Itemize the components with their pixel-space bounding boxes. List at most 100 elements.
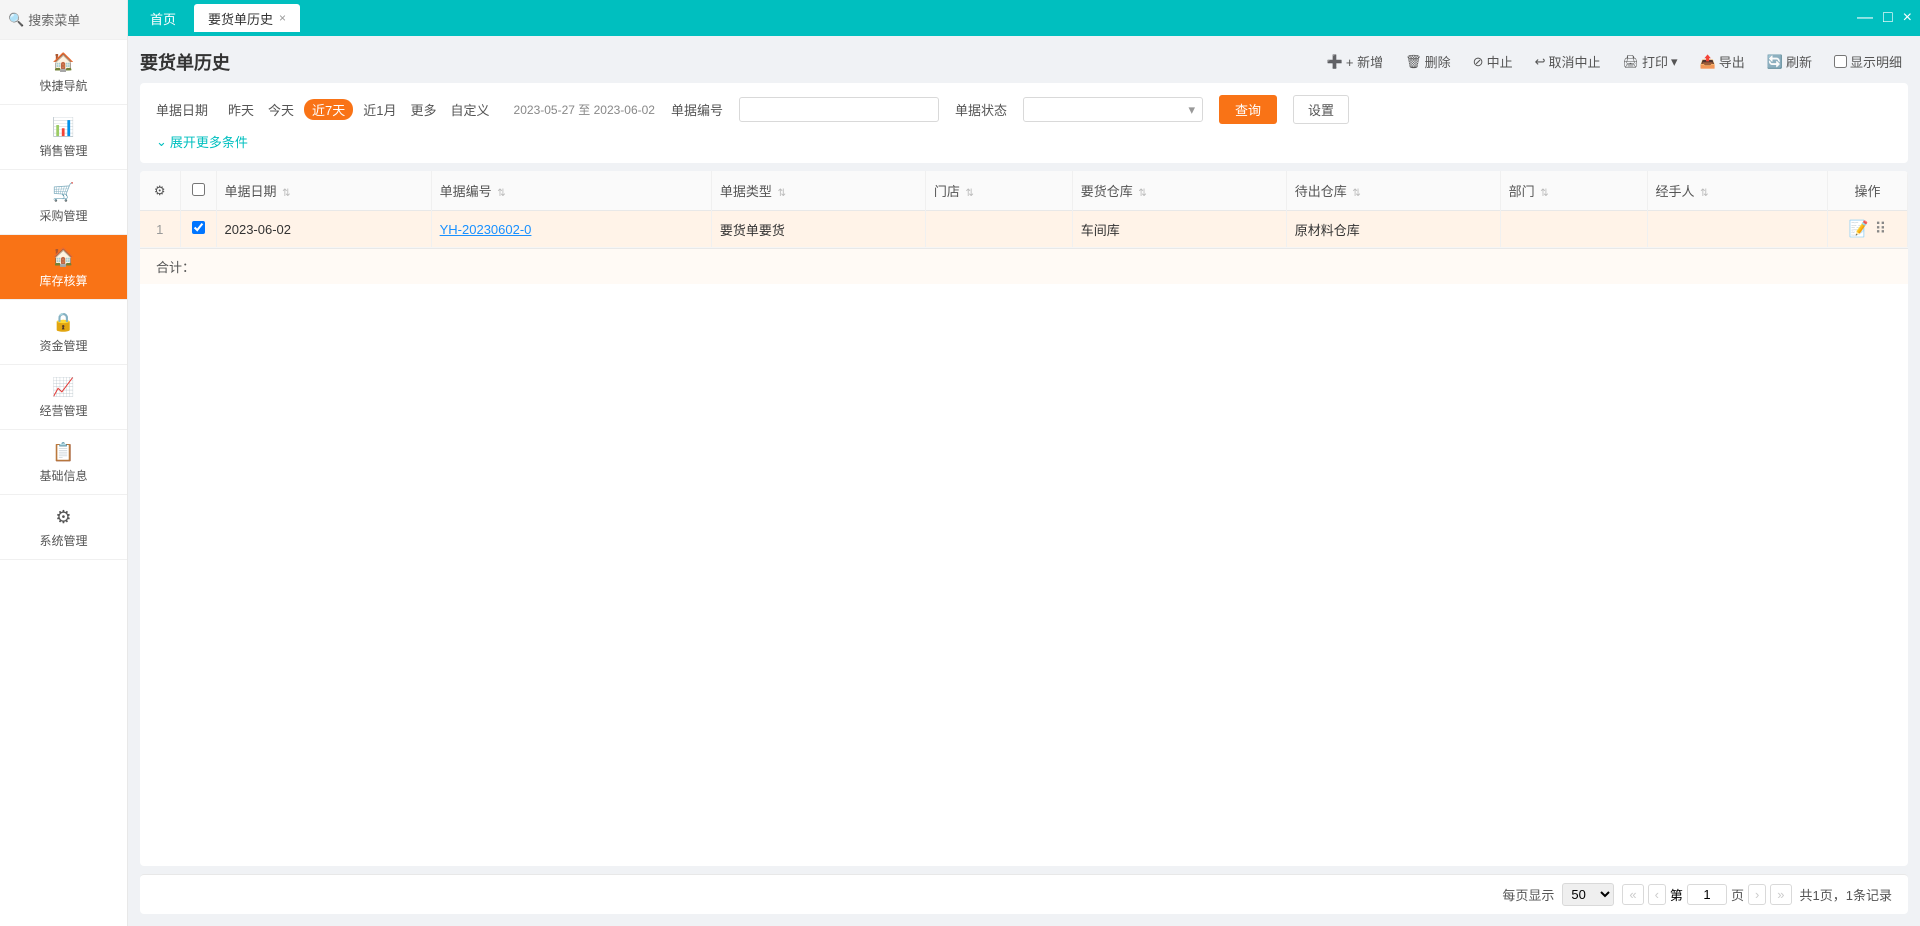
filter-area: 单据日期 昨天 今天 近7天 近1月 更多 自定义 2023-05-27 至 2… <box>140 83 1908 163</box>
sidebar-item-system[interactable]: ⚙ 系统管理 <box>0 495 127 560</box>
setting-button[interactable]: 设置 <box>1293 95 1349 124</box>
refresh-button[interactable]: 🔄 刷新 <box>1761 48 1818 75</box>
expand-filter-button[interactable]: ⌄ 展开更多条件 <box>156 132 1892 151</box>
th-doc-type-label: 单据类型 <box>720 184 772 199</box>
row-num: 1 <box>140 211 180 248</box>
page-nav: « ‹ 第 页 › » <box>1622 884 1791 905</box>
th-dept[interactable]: 部门 ⇅ <box>1500 171 1647 211</box>
doc-status-wrapper <box>1023 97 1203 122</box>
sidebar-item-label: 资金管理 <box>39 337 87 354</box>
sidebar-item-label: 基础信息 <box>39 467 87 484</box>
row-more-button[interactable]: ⠿ <box>1875 219 1887 239</box>
sort-icon: ⇅ <box>778 188 786 199</box>
delete-icon: 🗑 <box>1405 54 1422 70</box>
pagination-bar: 每页显示 20 50 100 « ‹ 第 页 › » 共1页，1条记录 <box>140 874 1908 914</box>
tab-label: 要货单历史 <box>208 9 273 28</box>
show-detail-checkbox[interactable] <box>1834 55 1847 68</box>
shortcut-custom[interactable]: 自定义 <box>447 99 494 120</box>
th-doc-type[interactable]: 单据类型 ⇅ <box>711 171 925 211</box>
operation-icon: 📈 <box>52 377 74 398</box>
sidebar-item-label: 系统管理 <box>39 532 87 549</box>
sidebar-item-inventory[interactable]: 🏠 库存核算 <box>0 235 127 300</box>
search-icon: 🔍 <box>8 12 24 28</box>
th-ops: 操作 <box>1828 171 1908 211</box>
shortcut-7days[interactable]: 近7天 <box>304 99 353 120</box>
tab-active[interactable]: 要货单历史 × <box>194 4 300 32</box>
plus-icon: ➕ <box>1327 54 1343 70</box>
shortcut-1month[interactable]: 近1月 <box>359 99 400 120</box>
shortcut-more[interactable]: 更多 <box>407 99 441 120</box>
filter-row: 单据日期 昨天 今天 近7天 近1月 更多 自定义 2023-05-27 至 2… <box>156 95 1892 124</box>
th-pending-warehouse[interactable]: 待出仓库 ⇅ <box>1286 171 1500 211</box>
export-button[interactable]: 📤 导出 <box>1694 48 1751 75</box>
page-header: 要货单历史 ➕ + 新增 🗑 删除 ⊘ 中止 ↩ 取消中止 <box>140 48 1908 75</box>
footer-total-label: 合计： <box>156 257 195 276</box>
sidebar-item-label: 库存核算 <box>39 272 87 289</box>
sidebar-item-purchase[interactable]: 🛒 采购管理 <box>0 170 127 235</box>
last-page-button[interactable]: » <box>1770 884 1791 905</box>
tab-home[interactable]: 首页 <box>136 5 190 32</box>
th-doc-no[interactable]: 单据编号 ⇅ <box>431 171 711 211</box>
restore-button[interactable]: □ <box>1883 9 1893 27</box>
shortcut-today[interactable]: 今天 <box>264 99 298 120</box>
sidebar-search[interactable]: 🔍 搜索菜单 <box>0 0 127 40</box>
row-checkbox[interactable] <box>180 211 216 248</box>
chart-icon: 📊 <box>52 117 74 138</box>
row-doc-no[interactable]: YH-20230602-0 <box>431 211 711 248</box>
shortcut-yesterday[interactable]: 昨天 <box>224 99 258 120</box>
delete-label: 删除 <box>1425 52 1451 71</box>
doc-status-select[interactable] <box>1023 97 1203 122</box>
th-handler[interactable]: 经手人 ⇅ <box>1647 171 1827 211</box>
sort-icon: ⇅ <box>1138 188 1146 199</box>
doc-status-label: 单据状态 <box>955 100 1007 119</box>
cart-icon: 🛒 <box>52 182 74 203</box>
th-date[interactable]: 单据日期 ⇅ <box>216 171 431 211</box>
new-label: + 新增 <box>1346 52 1383 71</box>
table-area: ⚙ 单据日期 ⇅ 单据编号 ⇅ 单据类型 <box>140 171 1908 866</box>
page-unit: 页 <box>1731 885 1744 904</box>
next-page-button[interactable]: › <box>1748 884 1766 905</box>
close-window-button[interactable]: × <box>1903 9 1912 27</box>
row-handler <box>1647 211 1827 248</box>
sort-icon: ⇅ <box>1540 188 1548 199</box>
print-button[interactable]: 🖨 打印 ▾ <box>1617 48 1684 75</box>
new-button[interactable]: ➕ + 新增 <box>1321 48 1389 75</box>
basic-icon: 📋 <box>52 442 74 463</box>
th-req-warehouse[interactable]: 要货仓库 ⇅ <box>1072 171 1286 211</box>
th-settings[interactable]: ⚙ <box>140 171 180 211</box>
page-input[interactable] <box>1687 884 1727 905</box>
delete-button[interactable]: 🗑 删除 <box>1399 48 1457 75</box>
minimize-button[interactable]: — <box>1857 9 1873 27</box>
row-dept <box>1500 211 1647 248</box>
print-label: 打印 <box>1642 52 1668 71</box>
select-all-checkbox[interactable] <box>192 183 205 196</box>
page-size-select[interactable]: 20 50 100 <box>1562 883 1614 906</box>
show-detail-toggle[interactable]: 显示明细 <box>1828 48 1908 75</box>
page-size-label: 每页显示 <box>1502 885 1554 904</box>
sidebar-item-label: 销售管理 <box>39 142 87 159</box>
data-table: ⚙ 单据日期 ⇅ 单据编号 ⇅ 单据类型 <box>140 171 1908 248</box>
th-handler-label: 经手人 <box>1656 184 1695 199</box>
th-doc-no-label: 单据编号 <box>440 184 492 199</box>
sort-icon: ⇅ <box>497 188 505 199</box>
prev-page-button[interactable]: ‹ <box>1648 884 1666 905</box>
doc-no-input[interactable] <box>739 97 939 122</box>
stop-button[interactable]: ⊘ 中止 <box>1467 48 1519 75</box>
search-button[interactable]: 查询 <box>1219 95 1277 124</box>
sidebar-item-basic[interactable]: 📋 基础信息 <box>0 430 127 495</box>
th-dept-label: 部门 <box>1509 184 1535 199</box>
first-page-button[interactable]: « <box>1622 884 1643 905</box>
print-dropdown-icon: ▾ <box>1671 54 1678 70</box>
sidebar-item-operation[interactable]: 📈 经营管理 <box>0 365 127 430</box>
sidebar-item-sales[interactable]: 📊 销售管理 <box>0 105 127 170</box>
tab-close-icon[interactable]: × <box>279 11 286 25</box>
row-edit-button[interactable]: 📝 <box>1849 219 1869 239</box>
th-req-warehouse-label: 要货仓库 <box>1081 184 1133 199</box>
sidebar-item-quick-nav[interactable]: 🏠 快捷导航 <box>0 40 127 105</box>
cancel-stop-button[interactable]: ↩ 取消中止 <box>1529 48 1607 75</box>
inventory-icon: 🏠 <box>52 247 74 268</box>
sidebar-search-label: 搜索菜单 <box>28 10 80 29</box>
sidebar-item-label: 采购管理 <box>39 207 87 224</box>
sidebar-item-finance[interactable]: 🔒 资金管理 <box>0 300 127 365</box>
th-store[interactable]: 门店 ⇅ <box>925 171 1072 211</box>
